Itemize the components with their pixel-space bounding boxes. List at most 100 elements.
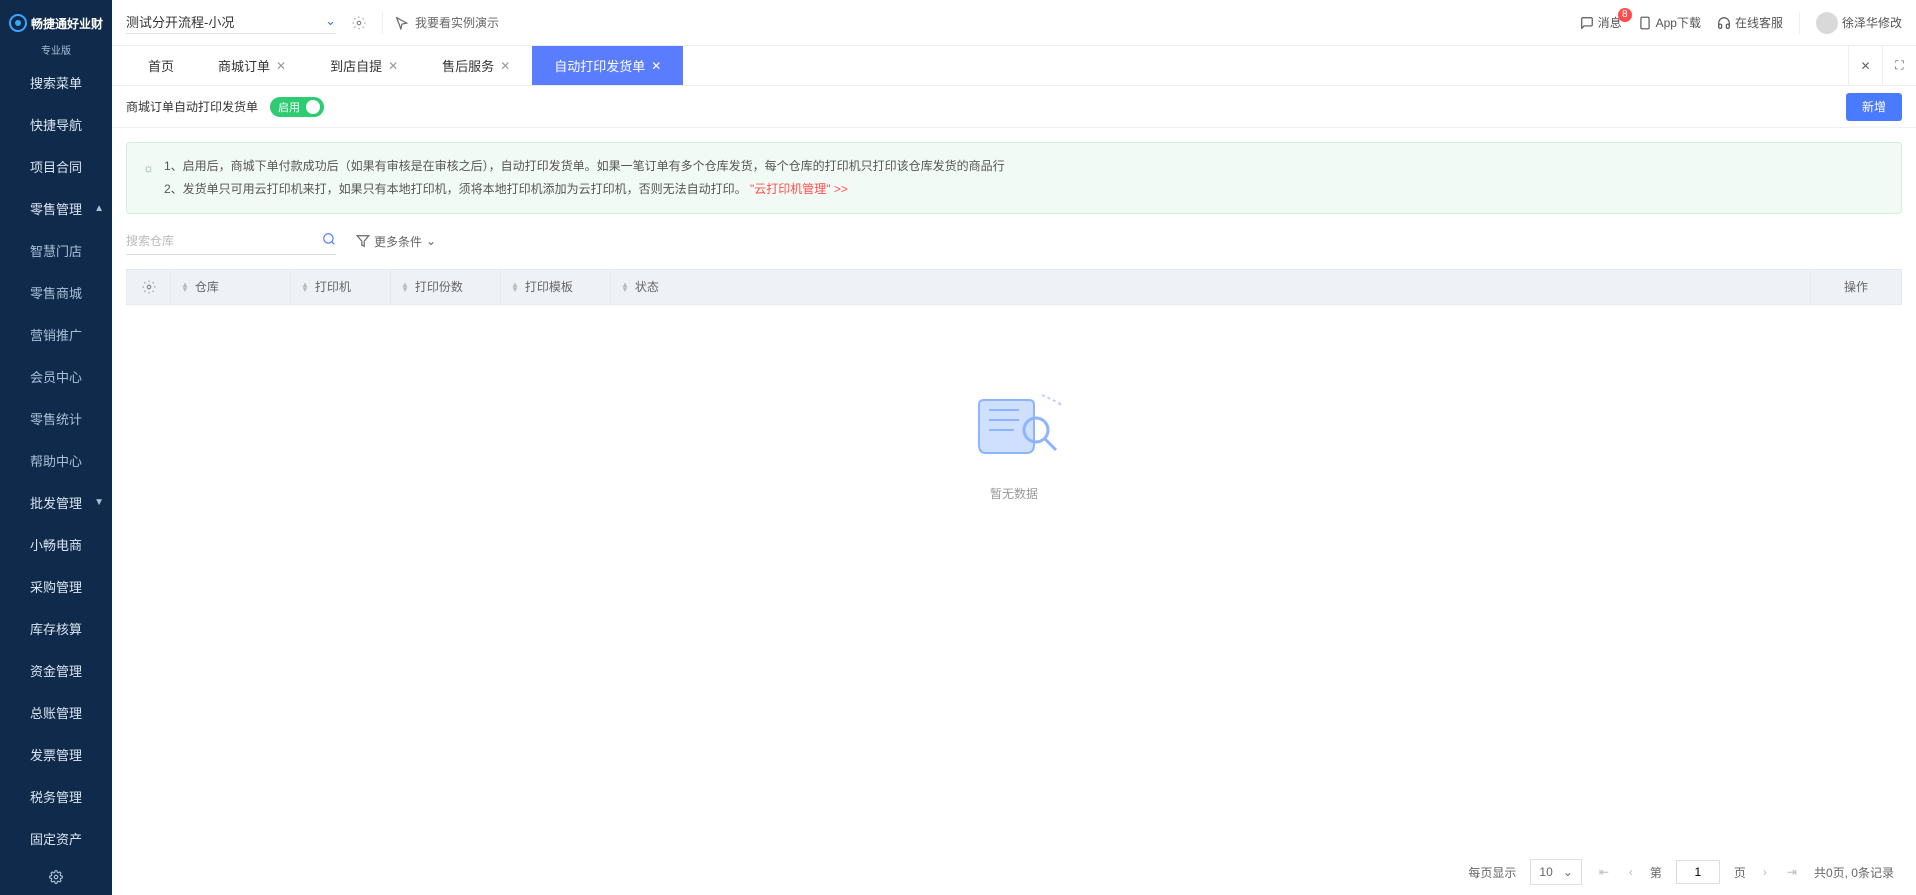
last-page-button[interactable]: ⇥ <box>1784 865 1800 879</box>
sidebar-item-8[interactable]: 零售统计 <box>0 397 112 439</box>
sidebar-item-label: 帮助中心 <box>30 451 82 470</box>
close-icon[interactable]: ✕ <box>276 59 286 73</box>
empty-state: 暂无数据 <box>126 305 1902 542</box>
sidebar-item-14[interactable]: 资金管理 <box>0 649 112 691</box>
sidebar-item-10[interactable]: 批发管理▼ <box>0 481 112 523</box>
sidebar-item-label: 固定资产 <box>30 829 82 848</box>
filters-row: 更多条件 ⌄ <box>112 228 1916 269</box>
tab-label: 到店自提 <box>330 56 382 75</box>
sidebar-item-13[interactable]: 库存核算 <box>0 607 112 649</box>
pointer-icon <box>395 16 409 30</box>
sidebar-item-6[interactable]: 营销推广 <box>0 313 112 355</box>
column-settings-button[interactable] <box>127 270 171 304</box>
sidebar-item-18[interactable]: 固定资产 <box>0 817 112 859</box>
gear-icon <box>352 16 366 30</box>
subhead-title: 商城订单自动打印发货单 <box>126 98 258 115</box>
sidebar-item-label: 采购管理 <box>30 577 82 596</box>
org-settings-button[interactable] <box>348 12 370 34</box>
tab-0[interactable]: 首页 <box>126 46 196 85</box>
sidebar-item-11[interactable]: 小畅电商 <box>0 523 112 565</box>
app-download-link[interactable]: App下载 <box>1638 14 1701 31</box>
tab-1[interactable]: 商城订单✕ <box>196 46 308 85</box>
search-input[interactable] <box>126 228 322 254</box>
sub-header: 商城订单自动打印发货单 启用 新增 <box>112 86 1916 128</box>
sidebar-item-0[interactable]: 搜索菜单 <box>0 61 112 103</box>
page-total: 共0页, 0条记录 <box>1814 864 1894 881</box>
headset-icon <box>1717 16 1731 30</box>
info-content: 1、启用后，商城下单付款成功后（如果有审核是在审核之后），自动打印发货单。如果一… <box>164 155 1005 201</box>
sidebar-item-9[interactable]: 帮助中心 <box>0 439 112 481</box>
enable-toggle[interactable]: 启用 <box>270 97 324 117</box>
sidebar-item-1[interactable]: 快捷导航 <box>0 103 112 145</box>
sidebar: 畅捷通好业财 专业版 搜索菜单快捷导航项目合同零售管理▲智慧门店零售商城营销推广… <box>0 0 112 895</box>
user-menu[interactable]: 徐泽华修改 <box>1816 12 1902 34</box>
tab-3[interactable]: 售后服务✕ <box>420 46 532 85</box>
sidebar-item-label: 小畅电商 <box>30 535 82 554</box>
sidebar-item-17[interactable]: 税务管理 <box>0 775 112 817</box>
first-page-button[interactable]: ⇤ <box>1596 865 1612 879</box>
main-content: 测试分开流程-小况 ⌄ 我要看实例演示 消息 8 App下载 <box>112 0 1916 895</box>
info-line-1: 1、启用后，商城下单付款成功后（如果有审核是在审核之后），自动打印发货单。如果一… <box>164 155 1005 178</box>
more-filters-label: 更多条件 <box>374 233 422 250</box>
empty-text: 暂无数据 <box>990 485 1038 502</box>
sidebar-item-15[interactable]: 总账管理 <box>0 691 112 733</box>
warehouse-search <box>126 228 336 255</box>
sidebar-item-16[interactable]: 发票管理 <box>0 733 112 775</box>
sidebar-item-label: 搜索菜单 <box>30 73 82 92</box>
fullscreen-button[interactable]: ⛶ <box>1882 46 1916 86</box>
sidebar-item-12[interactable]: 采购管理 <box>0 565 112 607</box>
sidebar-item-label: 库存核算 <box>30 619 82 638</box>
next-page-button[interactable]: › <box>1760 865 1770 879</box>
table-header: ▲▼仓库 ▲▼打印机 ▲▼打印份数 ▲▼打印模板 ▲▼状态 操作 <box>126 269 1902 305</box>
col-printer[interactable]: ▲▼打印机 <box>291 270 391 304</box>
col-status[interactable]: ▲▼状态 <box>611 270 1811 304</box>
close-icon[interactable]: ✕ <box>500 59 510 73</box>
perpage-select[interactable]: 10 ⌄ <box>1530 859 1581 885</box>
support-link[interactable]: 在线客服 <box>1717 14 1783 31</box>
caret-icon: ▲ <box>94 203 104 214</box>
sidebar-settings[interactable] <box>0 859 112 895</box>
messages-link[interactable]: 消息 8 <box>1580 14 1622 31</box>
demo-link-label: 我要看实例演示 <box>415 14 499 31</box>
tab-label: 自动打印发货单 <box>554 56 645 75</box>
page-input[interactable] <box>1676 860 1720 884</box>
tabs-bar: 首页商城订单✕到店自提✕售后服务✕自动打印发货单✕ ✕ ⛶ <box>112 46 1916 86</box>
close-all-tabs-button[interactable]: ✕ <box>1848 46 1882 86</box>
chevron-down-icon: ⌄ <box>426 234 436 248</box>
col-actions: 操作 <box>1811 270 1901 304</box>
col-copies[interactable]: ▲▼打印份数 <box>391 270 501 304</box>
sidebar-item-label: 快捷导航 <box>30 115 82 134</box>
sidebar-item-5[interactable]: 零售商城 <box>0 271 112 313</box>
col-template[interactable]: ▲▼打印模板 <box>501 270 611 304</box>
sidebar-item-4[interactable]: 智慧门店 <box>0 229 112 271</box>
sidebar-item-3[interactable]: 零售管理▲ <box>0 187 112 229</box>
info-line-2: 2、发货单只可用云打印机来打，如果只有本地打印机，须将本地打印机添加为云打印机，… <box>164 178 1005 201</box>
page-suffix: 页 <box>1734 864 1746 881</box>
messages-badge: 8 <box>1618 8 1632 22</box>
sidebar-items: 搜索菜单快捷导航项目合同零售管理▲ 智慧门店零售商城营销推广会员中心零售统计帮助中… <box>0 61 112 859</box>
close-icon[interactable]: ✕ <box>388 59 398 73</box>
avatar <box>1816 12 1838 34</box>
filter-icon <box>356 234 370 248</box>
support-label: 在线客服 <box>1735 14 1783 31</box>
sidebar-item-7[interactable]: 会员中心 <box>0 355 112 397</box>
sidebar-item-label: 项目合同 <box>30 157 82 176</box>
tab-4[interactable]: 自动打印发货单 ✕ <box>532 46 683 85</box>
col-warehouse[interactable]: ▲▼仓库 <box>171 270 291 304</box>
message-icon <box>1580 16 1594 30</box>
add-button[interactable]: 新增 <box>1846 93 1902 121</box>
demo-link[interactable]: 我要看实例演示 <box>395 14 499 31</box>
empty-illustration <box>964 385 1064 465</box>
sidebar-item-2[interactable]: 项目合同 <box>0 145 112 187</box>
sidebar-item-label: 智慧门店 <box>30 241 82 260</box>
brand-name: 畅捷通好业财 <box>31 15 103 32</box>
tab-2[interactable]: 到店自提 ✕ <box>308 46 420 85</box>
topbar-right: 消息 8 App下载 在线客服 徐泽华修改 <box>1580 12 1902 34</box>
perpage-value: 10 <box>1539 865 1552 879</box>
cloud-printer-link[interactable]: "云打印机管理" >> <box>750 182 848 196</box>
more-filters-button[interactable]: 更多条件 ⌄ <box>356 233 436 250</box>
org-selector[interactable]: 测试分开流程-小况 ⌄ <box>126 12 336 34</box>
search-icon[interactable] <box>322 232 336 249</box>
prev-page-button[interactable]: ‹ <box>1626 865 1636 879</box>
close-icon[interactable]: ✕ <box>651 59 661 73</box>
